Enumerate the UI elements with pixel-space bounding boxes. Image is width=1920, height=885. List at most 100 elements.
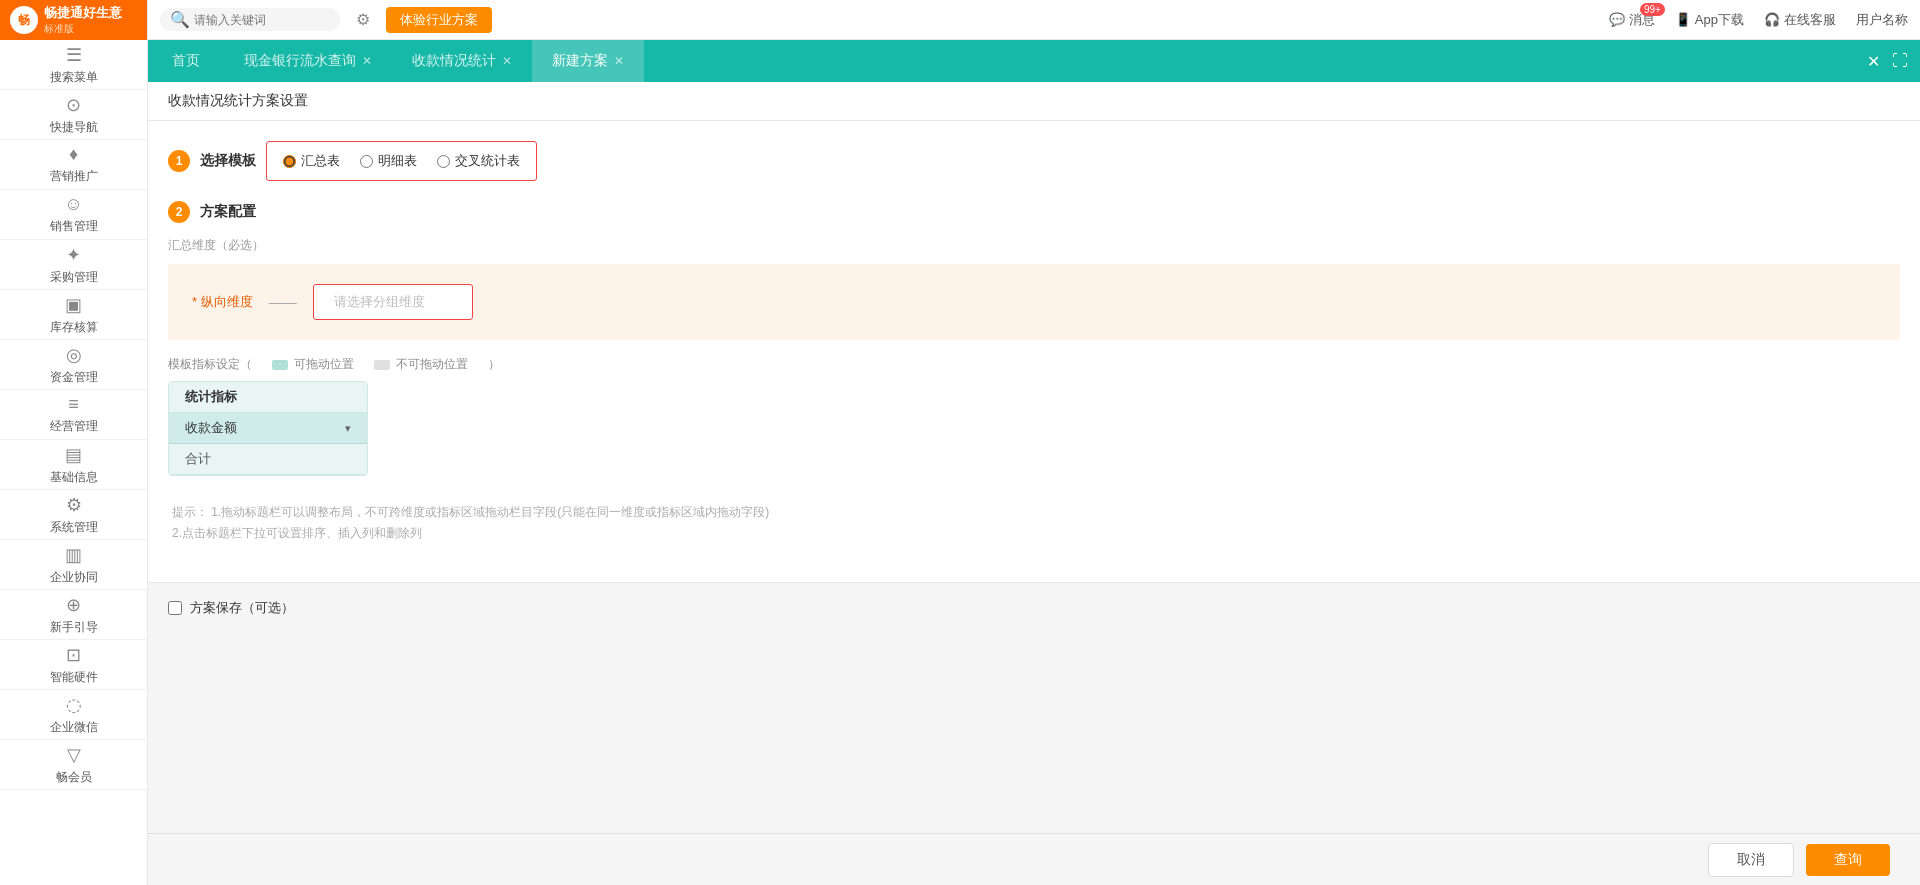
sidebar-item-new-guide[interactable]: ⊕ 新手引导 (0, 590, 147, 640)
tab-label-home: 首页 (172, 52, 200, 70)
radio-summary-label: 汇总表 (301, 152, 340, 170)
service-icon: 🎧 (1764, 12, 1780, 27)
step1-title: 选择模板 (200, 152, 256, 170)
config-section: 汇总维度（必选） * 纵向维度 —— 请选择分组维度 模板指标设定（ (168, 237, 1900, 542)
enterprise-coop-icon: ▥ (65, 544, 82, 566)
topbar: 🔍 ⚙ 体验行业方案 💬 消息 99+ 📱 App下载 🎧 在线客服 用户名称 (148, 0, 1920, 40)
radio-cross[interactable]: 交叉统计表 (437, 152, 520, 170)
maximize-icon[interactable]: ⛶ (1892, 52, 1908, 70)
radio-summary-input[interactable] (283, 155, 296, 168)
inventory-icon: ▣ (65, 294, 82, 316)
tab-home[interactable]: 首页 (148, 40, 224, 82)
metrics-chevron-icon[interactable]: ▾ (345, 422, 351, 435)
sidebar-item-search-menu[interactable]: ☰ 搜索菜单 (0, 40, 147, 90)
sidebar-item-system[interactable]: ⚙ 系统管理 (0, 490, 147, 540)
notification-btn[interactable]: 💬 消息 99+ (1609, 11, 1655, 29)
breadcrumb: 收款情况统计方案设置 (148, 82, 1920, 121)
tab-close-collection-stat[interactable]: ✕ (502, 54, 512, 68)
cancel-button[interactable]: 取消 (1708, 843, 1794, 877)
step2-header: 2 方案配置 (168, 201, 1900, 223)
username-label: 用户名称 (1856, 11, 1908, 29)
save-section: 方案保存（可选） (148, 582, 1920, 633)
sidebar-item-enterprise-coop[interactable]: ▥ 企业协同 (0, 540, 147, 590)
dimension-row: * 纵向维度 —— 请选择分组维度 (192, 284, 1876, 320)
search-box[interactable]: 🔍 (160, 8, 340, 31)
enterprise-wechat-icon: ◌ (66, 694, 82, 716)
dimension-arrow: —— (269, 294, 297, 310)
radio-detail-input[interactable] (360, 155, 373, 168)
member-icon: ▽ (67, 744, 81, 766)
metrics-cell-total: 合计 (169, 444, 367, 475)
operation-label: 经营管理 (50, 418, 98, 435)
query-button[interactable]: 查询 (1806, 844, 1890, 876)
dimension-select[interactable]: 请选择分组维度 (313, 284, 473, 320)
radio-detail[interactable]: 明细表 (360, 152, 417, 170)
purchase-icon: ✦ (66, 244, 81, 266)
logo-text: 畅捷通好生意 (44, 4, 122, 22)
enterprise-coop-label: 企业协同 (50, 569, 98, 586)
sidebar-logo: 畅 畅捷通好生意 标准版 (0, 0, 147, 40)
search-menu-icon: ☰ (66, 44, 82, 66)
sidebar: 畅 畅捷通好生意 标准版 ☰ 搜索菜单 ⊙ 快捷导航 ♦ 营销推广 ☺ 销售管理… (0, 0, 148, 885)
close-window-icon[interactable]: ✕ (1867, 52, 1880, 71)
industry-btn[interactable]: 体验行业方案 (386, 7, 492, 33)
tab-close-new-plan[interactable]: ✕ (614, 54, 624, 68)
search-input[interactable] (194, 13, 324, 27)
logo-icon: 畅 (10, 6, 38, 34)
summary-dim-label: 汇总维度（必选） (168, 237, 1900, 254)
dimension-area: * 纵向维度 —— 请选择分组维度 (168, 264, 1900, 340)
finance-icon: ◎ (66, 344, 82, 366)
sidebar-item-smart-hardware[interactable]: ⊡ 智能硬件 (0, 640, 147, 690)
sidebar-item-purchase[interactable]: ✦ 采购管理 (0, 240, 147, 290)
sidebar-item-basic-info[interactable]: ▤ 基础信息 (0, 440, 147, 490)
bottom-bar: 取消 查询 (148, 833, 1920, 885)
tip-1: 提示： 1.拖动标题栏可以调整布局，不可跨维度或指标区域拖动栏目字段(只能在同一… (172, 504, 1900, 521)
finance-label: 资金管理 (50, 369, 98, 386)
sidebar-item-operation[interactable]: ≡ 经营管理 (0, 390, 147, 440)
marketing-label: 营销推广 (50, 168, 98, 185)
search-icon: 🔍 (170, 10, 190, 29)
step2-section: 2 方案配置 汇总维度（必选） * 纵向维度 —— 请选择分组维度 (168, 201, 1900, 542)
gear-icon[interactable]: ⚙ (356, 10, 370, 29)
metrics-cell-amount[interactable]: 收款金额 ▾ (169, 413, 367, 444)
tab-collection-stat[interactable]: 收款情况统计✕ (392, 40, 532, 82)
vertical-dim-label: * 纵向维度 (192, 293, 253, 311)
app-download-btn[interactable]: 📱 App下载 (1675, 11, 1744, 29)
sidebar-item-member[interactable]: ▽ 畅会员 (0, 740, 147, 790)
non-draggable-box (374, 360, 390, 370)
tip-2: 2.点击标题栏下拉可设置排序、插入列和删除列 (172, 525, 1900, 542)
metrics-cell-amount-label: 收款金额 (185, 419, 237, 437)
tab-label-new-plan: 新建方案 (552, 52, 608, 70)
sidebar-item-marketing[interactable]: ♦ 营销推广 (0, 140, 147, 190)
tab-bank-flow[interactable]: 现金银行流水查询✕ (224, 40, 392, 82)
metrics-settings-close: ） (488, 356, 500, 373)
radio-cross-input[interactable] (437, 155, 450, 168)
content-body: 1 选择模板 汇总表 明细表 交叉统计表 (148, 121, 1920, 582)
new-guide-label: 新手引导 (50, 619, 98, 636)
online-service-btn[interactable]: 🎧 在线客服 (1764, 11, 1836, 29)
nav-right-icons: ✕ ⛶ (1867, 52, 1920, 71)
basic-info-icon: ▤ (65, 444, 82, 466)
sidebar-item-enterprise-wechat[interactable]: ◌ 企业微信 (0, 690, 147, 740)
metrics-section: 模板指标设定（ 可拖动位置 不可拖动位置 ） (168, 356, 1900, 480)
radio-cross-label: 交叉统计表 (455, 152, 520, 170)
smart-hardware-label: 智能硬件 (50, 669, 98, 686)
sidebar-item-finance[interactable]: ◎ 资金管理 (0, 340, 147, 390)
radio-summary[interactable]: 汇总表 (283, 152, 340, 170)
sidebar-item-inventory[interactable]: ▣ 库存核算 (0, 290, 147, 340)
member-label: 畅会员 (56, 769, 92, 786)
metrics-table-title: 统计指标 (169, 382, 367, 413)
content-area: 收款情况统计方案设置 1 选择模板 汇总表 明细表 (148, 82, 1920, 833)
new-guide-icon: ⊕ (66, 594, 81, 616)
save-label: 方案保存（可选） (190, 599, 294, 617)
sidebar-item-sales[interactable]: ☺ 销售管理 (0, 190, 147, 240)
save-checkbox[interactable] (168, 601, 182, 615)
logo-badge: 标准版 (44, 22, 122, 36)
tab-close-bank-flow[interactable]: ✕ (362, 54, 372, 68)
step2-number: 2 (168, 201, 190, 223)
tab-new-plan[interactable]: 新建方案 ✕ (532, 40, 644, 82)
sales-icon: ☺ (64, 194, 82, 215)
system-icon: ⚙ (66, 494, 82, 516)
sidebar-item-quick-nav[interactable]: ⊙ 快捷导航 (0, 90, 147, 140)
topbar-right: 💬 消息 99+ 📱 App下载 🎧 在线客服 用户名称 (1609, 11, 1908, 29)
